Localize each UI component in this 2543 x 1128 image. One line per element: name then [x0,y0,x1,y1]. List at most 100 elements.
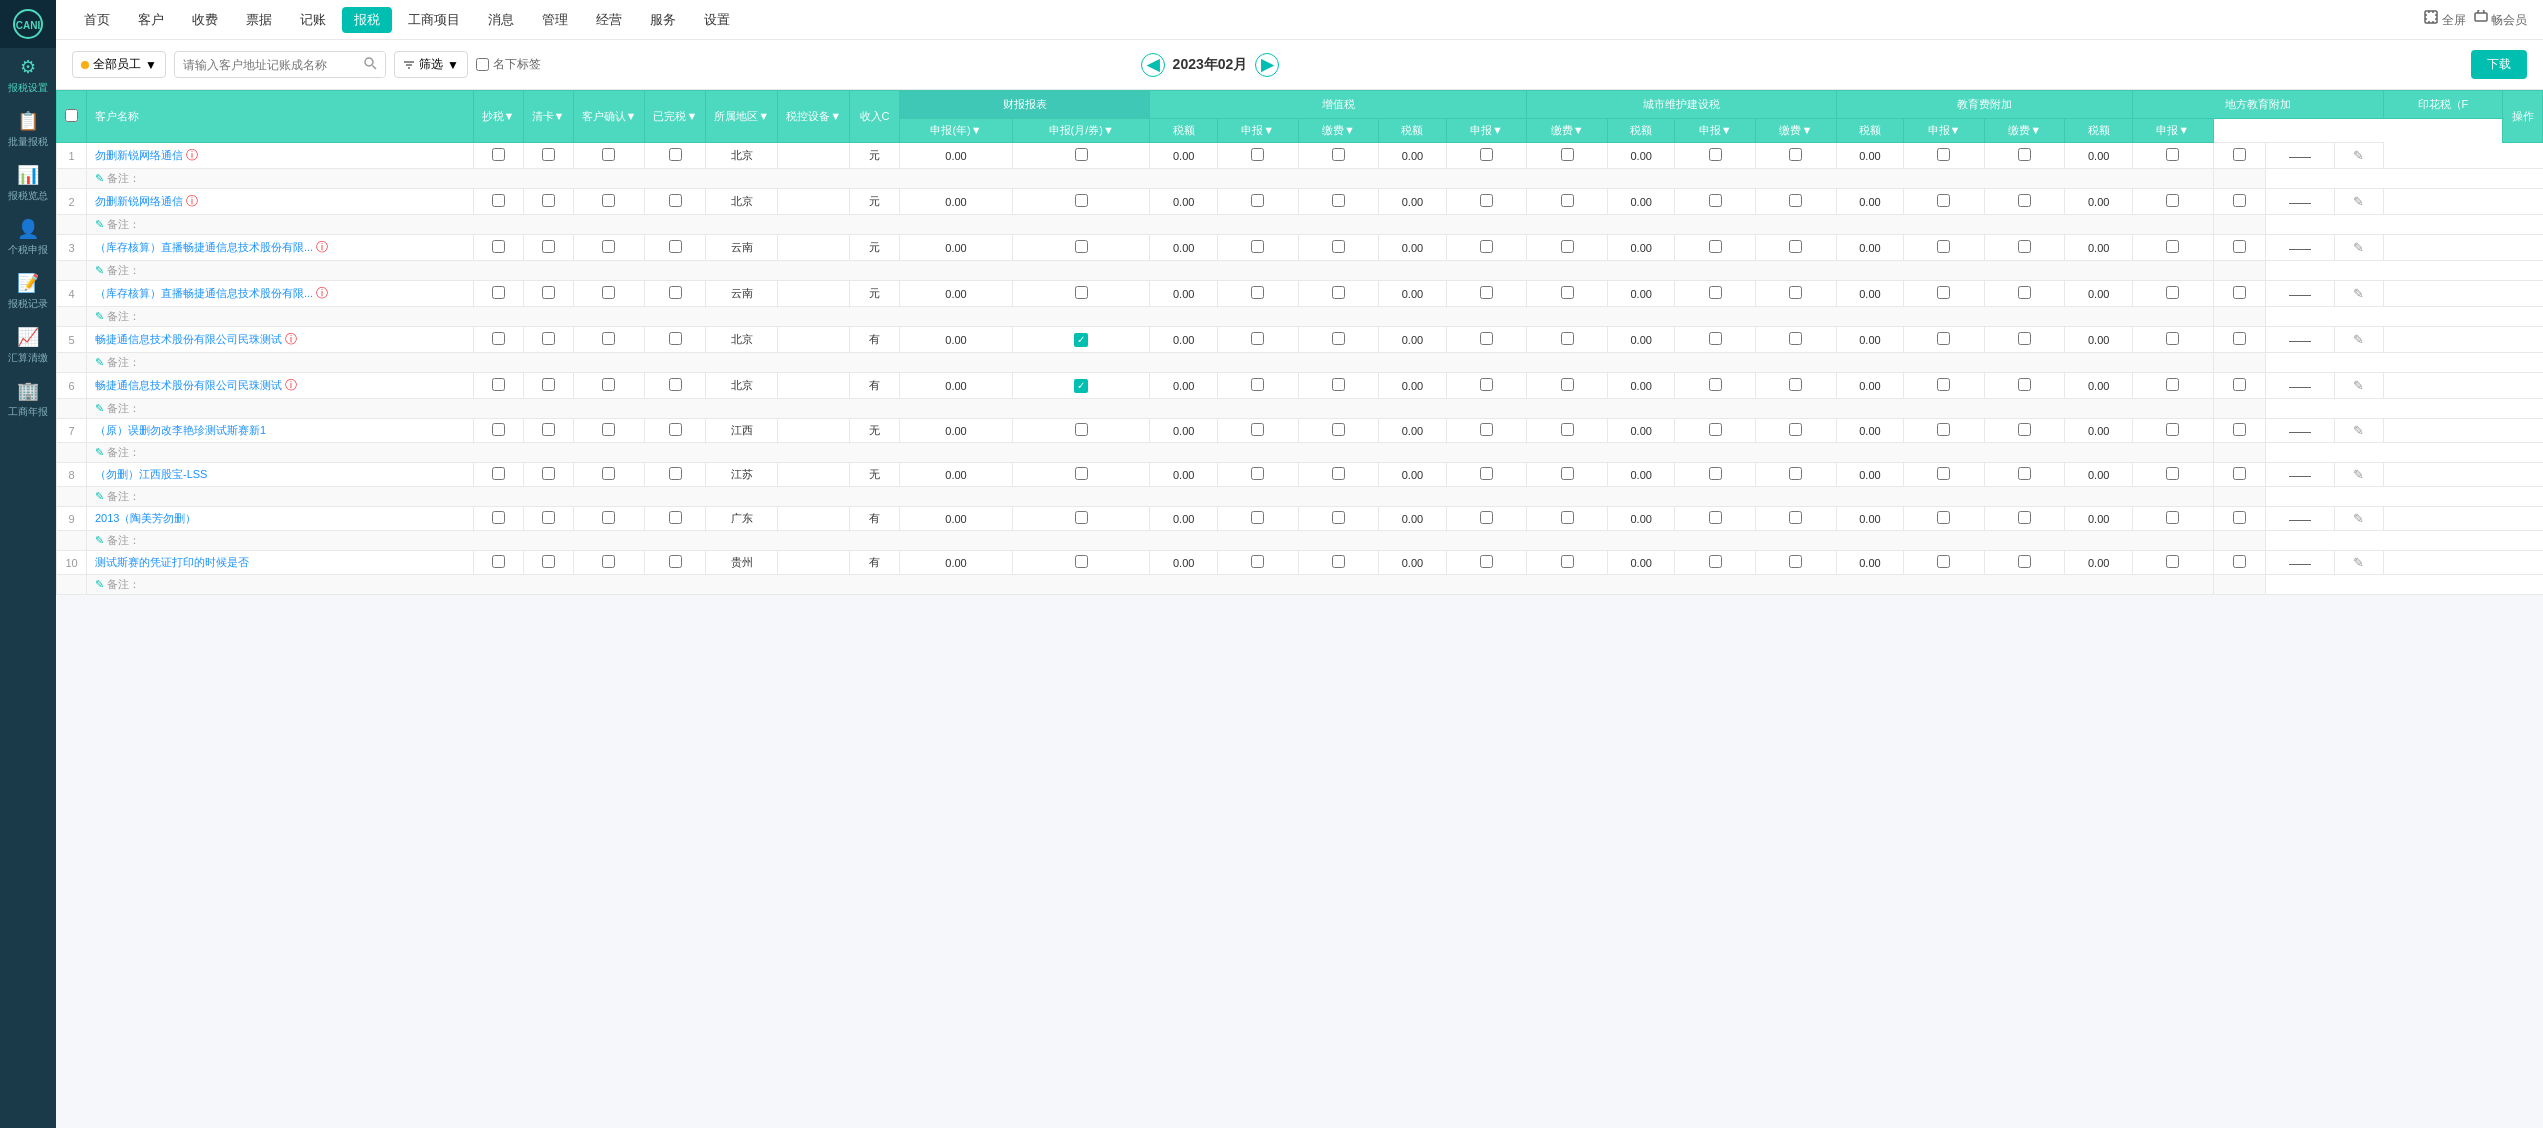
edu-fee-checkbox[interactable] [1789,240,1802,253]
stamp-fee-checkbox[interactable] [2233,423,2246,436]
edit-icon[interactable]: ✎ [2353,286,2364,301]
client-name-link[interactable]: （库存核算）直播畅捷通信息技术股份有限... [95,241,313,253]
edu-fee-checkbox[interactable] [1789,286,1802,299]
local-edu-report-checkbox[interactable] [1937,148,1950,161]
paid-tax-checkbox[interactable] [669,555,682,568]
city-report-checkbox[interactable] [1480,555,1493,568]
client-confirm-checkbox[interactable] [602,286,615,299]
edu-report-checkbox[interactable] [1709,332,1722,345]
local-edu-report-checkbox[interactable] [1937,378,1950,391]
city-report-checkbox[interactable] [1480,423,1493,436]
stamp-report-checkbox[interactable] [2166,467,2179,480]
note-edit-icon[interactable]: ✎ [95,490,104,502]
stamp-fee-checkbox[interactable] [2233,467,2246,480]
edit-icon[interactable]: ✎ [2353,511,2364,526]
local-edu-fee-checkbox[interactable] [2018,511,2031,524]
stamp-fee-checkbox[interactable] [2233,240,2246,253]
city-report-checkbox[interactable] [1480,194,1493,207]
nav-client[interactable]: 客户 [126,7,176,33]
local-edu-report-checkbox[interactable] [1937,332,1950,345]
city-report-checkbox[interactable] [1480,240,1493,253]
vat-fee-checkbox[interactable] [1332,423,1345,436]
edit-icon[interactable]: ✎ [2353,332,2364,347]
stamp-fee-checkbox[interactable] [2233,332,2246,345]
copy-tax-checkbox[interactable] [492,332,505,345]
stamp-report-checkbox[interactable] [2166,378,2179,391]
city-fee-checkbox[interactable] [1561,240,1574,253]
city-report-checkbox[interactable] [1480,332,1493,345]
vat-report-checkbox[interactable] [1251,148,1264,161]
client-name-link[interactable]: 勿删新锐网络通信 [95,149,183,161]
local-edu-fee-checkbox[interactable] [2018,423,2031,436]
vat-report-checkbox[interactable] [1251,194,1264,207]
stamp-fee-checkbox[interactable] [2233,511,2246,524]
local-edu-report-checkbox[interactable] [1937,194,1950,207]
edit-icon[interactable]: ✎ [2353,240,2364,255]
paid-tax-checkbox[interactable] [669,332,682,345]
edu-report-checkbox[interactable] [1709,467,1722,480]
sidebar-item-batch-tax[interactable]: 📋 批量报税 [0,102,56,156]
edit-icon[interactable]: ✎ [2353,423,2364,438]
nav-home[interactable]: 首页 [72,7,122,33]
city-fee-checkbox[interactable] [1561,378,1574,391]
stamp-report-checkbox[interactable] [2166,511,2179,524]
local-edu-report-checkbox[interactable] [1937,511,1950,524]
clear-card-checkbox[interactable] [542,240,555,253]
row-checkbox[interactable] [1075,240,1088,253]
table-container[interactable]: 客户名称 抄税▼ 清卡▼ 客户确认▼ 已完税▼ 所属地区▼ 税控设备▼ 收入C … [56,90,2543,1128]
warning-icon[interactable]: ⓘ [285,332,297,346]
local-edu-fee-checkbox[interactable] [2018,378,2031,391]
stamp-fee-checkbox[interactable] [2233,148,2246,161]
sidebar-item-personal-tax[interactable]: 👤 个税申报 [0,210,56,264]
paid-tax-checkbox[interactable] [669,194,682,207]
row-checkbox[interactable] [1075,467,1088,480]
row-checkbox[interactable] [1075,423,1088,436]
edu-report-checkbox[interactable] [1709,286,1722,299]
paid-tax-checkbox[interactable] [669,286,682,299]
local-edu-fee-checkbox[interactable] [2018,467,2031,480]
city-fee-checkbox[interactable] [1561,286,1574,299]
member-btn[interactable]: 畅会员 [2474,10,2527,29]
stamp-report-checkbox[interactable] [2166,423,2179,436]
local-edu-report-checkbox[interactable] [1937,467,1950,480]
local-edu-fee-checkbox[interactable] [2018,555,2031,568]
client-confirm-checkbox[interactable] [602,332,615,345]
nav-message[interactable]: 消息 [476,7,526,33]
edu-report-checkbox[interactable] [1709,378,1722,391]
row-checkbox[interactable] [1075,555,1088,568]
copy-tax-checkbox[interactable] [492,555,505,568]
copy-tax-checkbox[interactable] [492,240,505,253]
sidebar-item-summary[interactable]: 📈 汇算清缴 [0,318,56,372]
clear-card-checkbox[interactable] [542,148,555,161]
employee-select[interactable]: 全部员工 ▼ [72,51,166,78]
edu-report-checkbox[interactable] [1709,423,1722,436]
city-fee-checkbox[interactable] [1561,555,1574,568]
client-name-link[interactable]: （原）误删勿改李艳珍测试斯赛新1 [95,424,266,436]
sidebar-item-tax-view[interactable]: 📊 报税览总 [0,156,56,210]
note-edit-icon[interactable]: ✎ [95,534,104,546]
clear-card-checkbox[interactable] [542,194,555,207]
client-name-link[interactable]: 畅捷通信息技术股份有限公司民珠测试 [95,379,282,391]
copy-tax-checkbox[interactable] [492,148,505,161]
client-confirm-checkbox[interactable] [602,378,615,391]
client-confirm-checkbox[interactable] [602,148,615,161]
stamp-fee-checkbox[interactable] [2233,555,2246,568]
stamp-fee-checkbox[interactable] [2233,378,2246,391]
client-confirm-checkbox[interactable] [602,240,615,253]
edu-report-checkbox[interactable] [1709,194,1722,207]
city-fee-checkbox[interactable] [1561,194,1574,207]
city-report-checkbox[interactable] [1480,511,1493,524]
vat-report-checkbox[interactable] [1251,332,1264,345]
city-report-checkbox[interactable] [1480,378,1493,391]
vat-report-checkbox[interactable] [1251,511,1264,524]
select-all-checkbox[interactable] [65,109,78,122]
star-label-checkbox[interactable]: 名下标签 [476,56,541,73]
vat-report-checkbox[interactable] [1251,467,1264,480]
local-edu-report-checkbox[interactable] [1937,423,1950,436]
client-name-link[interactable]: （勿删）江西股宝-LSS [95,468,207,480]
edu-fee-checkbox[interactable] [1789,378,1802,391]
city-report-checkbox[interactable] [1480,467,1493,480]
vat-fee-checkbox[interactable] [1332,286,1345,299]
sidebar-item-tax-record[interactable]: 📝 报税记录 [0,264,56,318]
nav-accounting[interactable]: 记账 [288,7,338,33]
